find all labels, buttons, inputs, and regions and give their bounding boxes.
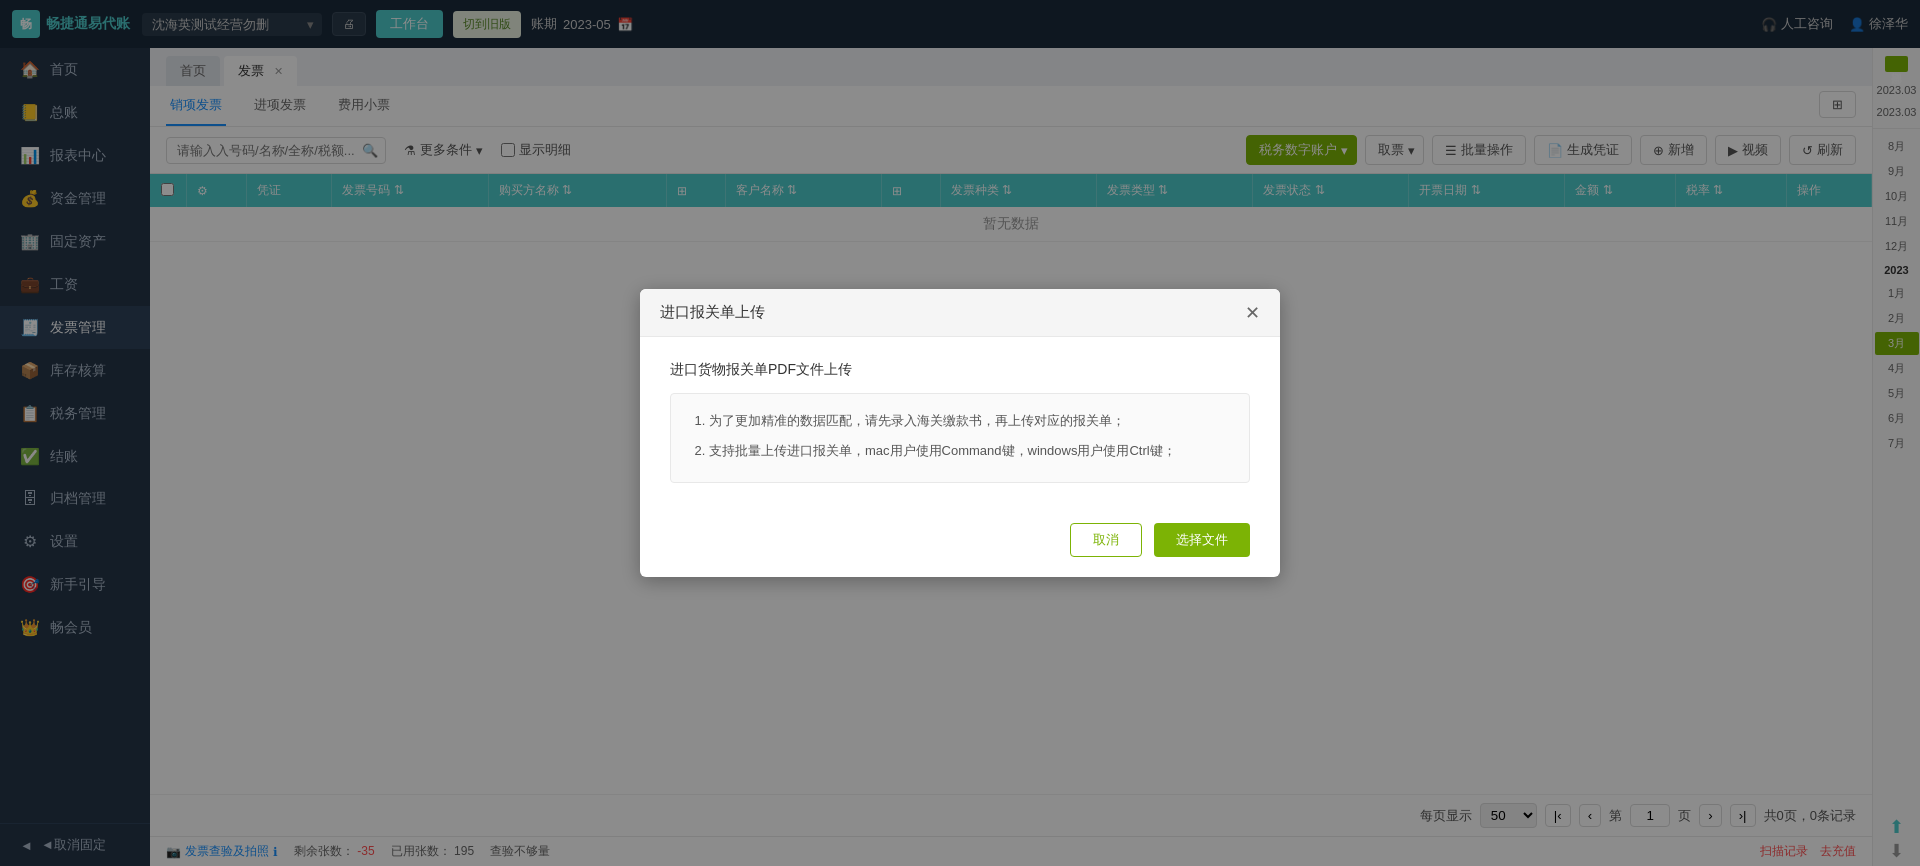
modal-title: 进口报关单上传: [660, 303, 765, 322]
modal-footer: 取消 选择文件: [640, 507, 1280, 577]
modal-body: 进口货物报关单PDF文件上传 为了更加精准的数据匹配，请先录入海关缴款书，再上传…: [640, 337, 1280, 507]
modal-section-title: 进口货物报关单PDF文件上传: [670, 361, 1250, 379]
modal-close-btn[interactable]: ✕: [1245, 304, 1260, 322]
modal-info-item-2: 支持批量上传进口报关单，mac用户使用Command键，windows用户使用C…: [709, 438, 1231, 464]
modal-overlay: 进口报关单上传 ✕ 进口货物报关单PDF文件上传 为了更加精准的数据匹配，请先录…: [0, 0, 1920, 866]
modal-select-file-btn[interactable]: 选择文件: [1154, 523, 1250, 557]
import-customs-modal: 进口报关单上传 ✕ 进口货物报关单PDF文件上传 为了更加精准的数据匹配，请先录…: [640, 289, 1280, 577]
modal-header: 进口报关单上传 ✕: [640, 289, 1280, 337]
modal-info-item-1: 为了更加精准的数据匹配，请先录入海关缴款书，再上传对应的报关单；: [709, 408, 1231, 434]
modal-cancel-btn[interactable]: 取消: [1070, 523, 1142, 557]
modal-info-box: 为了更加精准的数据匹配，请先录入海关缴款书，再上传对应的报关单； 支持批量上传进…: [670, 393, 1250, 483]
